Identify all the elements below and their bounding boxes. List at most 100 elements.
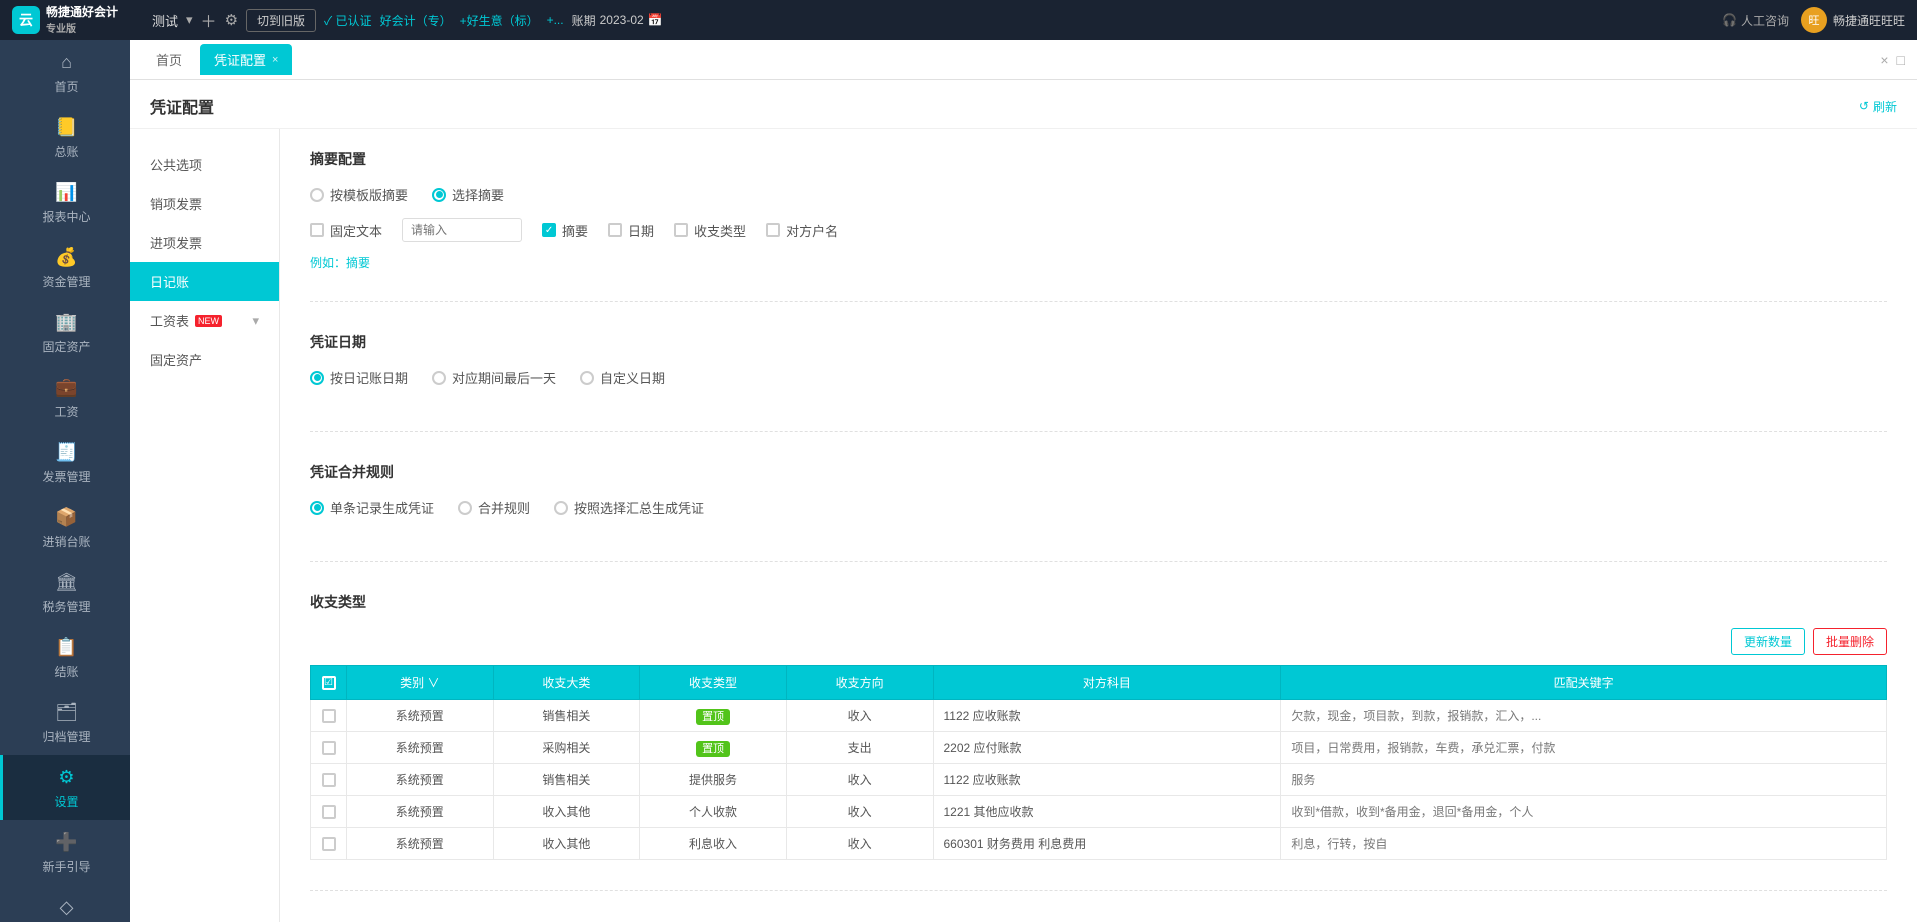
col-header-direction: 收支方向 — [786, 666, 933, 700]
radio-period-last-day[interactable]: 对应期间最后一天 — [432, 368, 556, 387]
switch-version-button[interactable]: 切到旧版 — [246, 9, 316, 32]
table-row: 系统预置 销售相关 置顶 收入 1122 应收账款 欠款，现金，项目款，到款，报… — [311, 700, 1887, 732]
purchase-icon: 📦 — [55, 507, 77, 528]
radio-circle-summary-generate — [554, 501, 568, 515]
sidebar-item-reports[interactable]: 📊 报表中心 — [0, 170, 130, 235]
sidebar-item-guide[interactable]: ➕ 新手引导 — [0, 820, 130, 885]
select-all-checkbox[interactable]: ☑ — [322, 676, 336, 690]
col-header-category: 类别 ∨ — [347, 666, 494, 700]
checkbox-summary[interactable]: ✓ 摘要 — [542, 221, 588, 240]
row-account-3: 1221 其他应收款 — [933, 796, 1281, 828]
sidebar-item-salary[interactable]: 💼 工资 — [0, 365, 130, 430]
row-account-2: 1122 应收账款 — [933, 764, 1281, 796]
row-account-4: 660301 财务费用 利息费用 — [933, 828, 1281, 860]
left-nav-diary[interactable]: 日记账 — [130, 262, 279, 301]
row-checkbox-2[interactable] — [311, 764, 347, 796]
logo-icon: 云 — [12, 6, 40, 34]
sidebar-item-member[interactable]: ◇ 畅会员 — [0, 885, 130, 922]
headset-icon: 🎧 — [1722, 13, 1737, 27]
radio-diary-date[interactable]: 按日记账日期 — [310, 368, 408, 387]
row-category-1: 系统预置 — [347, 732, 494, 764]
income-expense-title: 收支类型 — [310, 592, 1887, 612]
row-category-2: 系统预置 — [347, 764, 494, 796]
sidebar-label-tax: 税务管理 — [42, 598, 90, 615]
merge-rules-section: 凭证合并规则 单条记录生成凭证 合并规则 — [310, 462, 1887, 562]
checkbox-box-date — [608, 223, 622, 237]
left-nav-payroll[interactable]: 工资表 NEW ▾ — [130, 301, 279, 340]
add-icon[interactable]: ＋ — [201, 8, 217, 32]
arrow-icon: ▾ — [252, 313, 259, 329]
row-keywords-2: 服务 — [1281, 764, 1887, 796]
radio-merge-rules[interactable]: 合并规则 — [458, 498, 530, 517]
window-close-icon[interactable]: × — [1880, 52, 1888, 68]
checkbox-fixed-text[interactable]: 固定文本 — [310, 221, 382, 240]
sidebar-label-archive: 归档管理 — [42, 728, 90, 745]
radio-template-summary[interactable]: 按模板版摘要 — [310, 185, 408, 204]
left-nav-sales-invoice[interactable]: 销项发票 — [130, 184, 279, 223]
user-menu[interactable]: 旺 畅捷通旺旺旺 — [1801, 7, 1905, 33]
pin-tag-0: 置顶 — [696, 709, 730, 725]
row-keywords-1: 项目，日常费用，报销款，车费，承兑汇票，付款 — [1281, 732, 1887, 764]
radio-circle-diary-date — [310, 371, 324, 385]
tab-close-icon[interactable]: × — [272, 54, 278, 66]
col-header-check[interactable]: ☑ — [311, 666, 347, 700]
sidebar-item-settings[interactable]: ⚙ 设置 — [0, 755, 130, 820]
checkbox-counterparty[interactable]: 对方户名 — [766, 221, 838, 240]
row-account-0: 1122 应收账款 — [933, 700, 1281, 732]
topbar: 云 畅捷通好会计 专业版 测试 ▾ ＋ ⚙ 切到旧版 ✓ 已认证 好会计（专） … — [0, 0, 1917, 40]
row-checkbox-0[interactable] — [311, 700, 347, 732]
left-nav-common[interactable]: 公共选项 — [130, 145, 279, 184]
pin-tag-1: 置顶 — [696, 741, 730, 757]
calendar-icon[interactable]: 📅 — [648, 13, 663, 27]
row-checkbox-3[interactable] — [311, 796, 347, 828]
row-direction-3: 收入 — [786, 796, 933, 828]
company-dropdown-icon[interactable]: ▾ — [186, 12, 193, 28]
sidebar-item-home[interactable]: ⌂ 首页 — [0, 40, 130, 105]
ledger-icon: 📒 — [55, 117, 77, 138]
gear-icon[interactable]: ⚙ — [225, 11, 238, 29]
summary-radio-group: 按模板版摘要 选择摘要 — [310, 185, 1887, 204]
sidebar-item-archive[interactable]: 🗂 归档管理 — [0, 690, 130, 755]
app-logo: 云 畅捷通好会计 专业版 — [12, 5, 142, 34]
row-category-0: 系统预置 — [347, 700, 494, 732]
period-label: 账期 2023-02 📅 — [572, 12, 663, 29]
sidebar-item-invoice[interactable]: 🧾 发票管理 — [0, 430, 130, 495]
left-nav-fixed-assets[interactable]: 固定资产 — [130, 340, 279, 379]
merge-rules-title: 凭证合并规则 — [310, 462, 1887, 482]
tab-voucher-config[interactable]: 凭证配置 × — [200, 44, 292, 75]
sidebar-item-tax[interactable]: 🏛 税务管理 — [0, 560, 130, 625]
checkbox-income-type[interactable]: 收支类型 — [674, 221, 746, 240]
radio-single-record[interactable]: 单条记录生成凭证 — [310, 498, 434, 517]
sidebar-item-ledger[interactable]: 📒 总账 — [0, 105, 130, 170]
batch-delete-button[interactable]: 批量删除 — [1813, 628, 1887, 655]
logo-name: 畅捷通好会计 — [46, 5, 118, 19]
radio-select-summary[interactable]: 选择摘要 — [432, 185, 504, 204]
radio-custom-date[interactable]: 自定义日期 — [580, 368, 665, 387]
row-major-type-3: 收入其他 — [493, 796, 640, 828]
fixed-text-input[interactable] — [402, 218, 522, 242]
row-major-type-0: 销售相关 — [493, 700, 640, 732]
left-nav-purchase-invoice[interactable]: 进项发票 — [130, 223, 279, 262]
row-checkbox-1[interactable] — [311, 732, 347, 764]
sidebar-item-assets[interactable]: 🏢 固定资产 — [0, 300, 130, 365]
radio-circle-custom-date — [580, 371, 594, 385]
content-area: 首页 凭证配置 × × □ 凭证配置 ↺ 刷新 — [130, 40, 1917, 922]
row-type-3: 个人收款 — [640, 796, 787, 828]
radio-summary-generate[interactable]: 按照选择汇总生成凭证 — [554, 498, 704, 517]
radio-circle-select — [432, 188, 446, 202]
sidebar-item-settlement[interactable]: 📋 结账 — [0, 625, 130, 690]
refresh-button[interactable]: ↺ 刷新 — [1859, 98, 1897, 115]
product-tag1: 好会计（专） — [380, 12, 452, 29]
window-maximize-icon[interactable]: □ — [1897, 52, 1905, 68]
checkbox-date[interactable]: 日期 — [608, 221, 654, 240]
col-header-keywords: 匹配关键字 — [1281, 666, 1887, 700]
company-name: 测试 — [152, 11, 178, 30]
col-header-type: 收支类型 — [640, 666, 787, 700]
sidebar-item-funds[interactable]: 💰 资金管理 — [0, 235, 130, 300]
service-button[interactable]: 🎧 人工咨询 — [1722, 12, 1789, 29]
row-keywords-0: 欠款，现金，项目款，到款，报销款，汇入，... — [1281, 700, 1887, 732]
tab-home[interactable]: 首页 — [142, 44, 196, 75]
update-count-button[interactable]: 更新数量 — [1731, 628, 1805, 655]
row-checkbox-4[interactable] — [311, 828, 347, 860]
sidebar-item-purchase[interactable]: 📦 进销台账 — [0, 495, 130, 560]
